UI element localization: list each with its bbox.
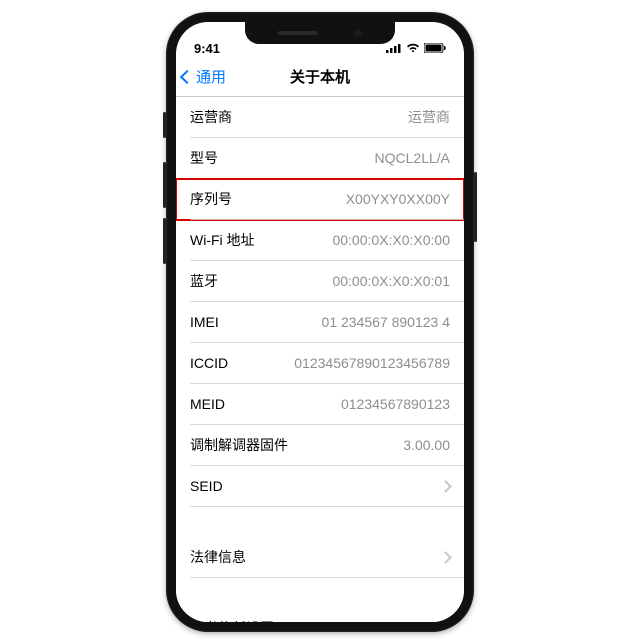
side-button <box>474 172 477 242</box>
content[interactable]: 运营商 运营商型号 NQCL2LL/A 序列号 X00YXY0XX00Y Wi-Fi 地址… <box>176 97 464 622</box>
signal-icon <box>386 41 402 56</box>
row-label: ICCID <box>190 355 228 371</box>
list-row: 调制解调器固件 3.00.00 <box>176 425 464 466</box>
section-gap <box>176 507 464 537</box>
nav-bar: 通用 关于本机 <box>176 58 464 97</box>
status-time: 9:41 <box>194 41 220 56</box>
back-label: 通用 <box>196 66 226 87</box>
row-label: 法律信息 <box>190 547 246 567</box>
side-button <box>163 162 166 208</box>
row-value: 运营商 <box>408 107 450 127</box>
side-button <box>163 112 166 138</box>
list-row: IMEI 01 234567 890123 4 <box>176 302 464 343</box>
row-value: 3.00.00 <box>403 437 450 453</box>
list-row: Wi-Fi 地址 00:00:0X:X0:X0:00 <box>176 220 464 261</box>
row-value: 01234567890123 <box>341 396 450 412</box>
row-label: IMEI <box>190 314 219 330</box>
row-label: 运营商 <box>190 107 232 127</box>
row-value: 01 234567 890123 4 <box>322 314 450 330</box>
row-label: 调制解调器固件 <box>190 435 288 455</box>
row-label: 证书信任设置 <box>190 618 274 622</box>
chevron-right-icon <box>439 480 452 493</box>
chevron-right-icon <box>439 551 452 564</box>
notch <box>245 22 395 44</box>
list-row: ICCID 01234567890123456789 <box>176 343 464 384</box>
list-row[interactable]: SEID <box>176 466 464 507</box>
row-label: 序列号 <box>190 189 232 209</box>
list-row: MEID 01234567890123 <box>176 384 464 425</box>
list-row: 序列号 X00YXY0XX00Y <box>176 179 464 220</box>
screen: 9:41 通用 关于本机 运营商运营商型号NQCL2LL/A序列号X <box>176 22 464 622</box>
row-value: NQCL2LL/A <box>375 150 450 166</box>
row-label: 型号 <box>190 148 218 168</box>
section-gap <box>176 578 464 608</box>
list-row: 蓝牙 00:00:0X:X0:X0:01 <box>176 261 464 302</box>
back-button[interactable]: 通用 <box>182 66 226 87</box>
row-label: SEID <box>190 478 223 494</box>
row-label: MEID <box>190 396 225 412</box>
row-label: 蓝牙 <box>190 271 218 291</box>
list-row[interactable]: 证书信任设置 <box>176 608 464 622</box>
chevron-left-icon <box>180 69 194 83</box>
side-button <box>163 218 166 264</box>
row-value: 00:00:0X:X0:X0:01 <box>332 273 450 289</box>
row-value: 00:00:0X:X0:X0:00 <box>332 232 450 248</box>
row-label: Wi-Fi 地址 <box>190 230 255 250</box>
wifi-icon <box>406 41 420 56</box>
row-value: X00YXY0XX00Y <box>346 191 450 207</box>
battery-icon <box>424 41 446 56</box>
phone-frame: 9:41 通用 关于本机 运营商运营商型号NQCL2LL/A序列号X <box>166 12 474 632</box>
list-row[interactable]: 法律信息 <box>176 537 464 578</box>
row-value: 01234567890123456789 <box>294 355 450 371</box>
list-row: 运营商 运营商 <box>176 97 464 138</box>
list-row: 型号 NQCL2LL/A <box>176 138 464 179</box>
